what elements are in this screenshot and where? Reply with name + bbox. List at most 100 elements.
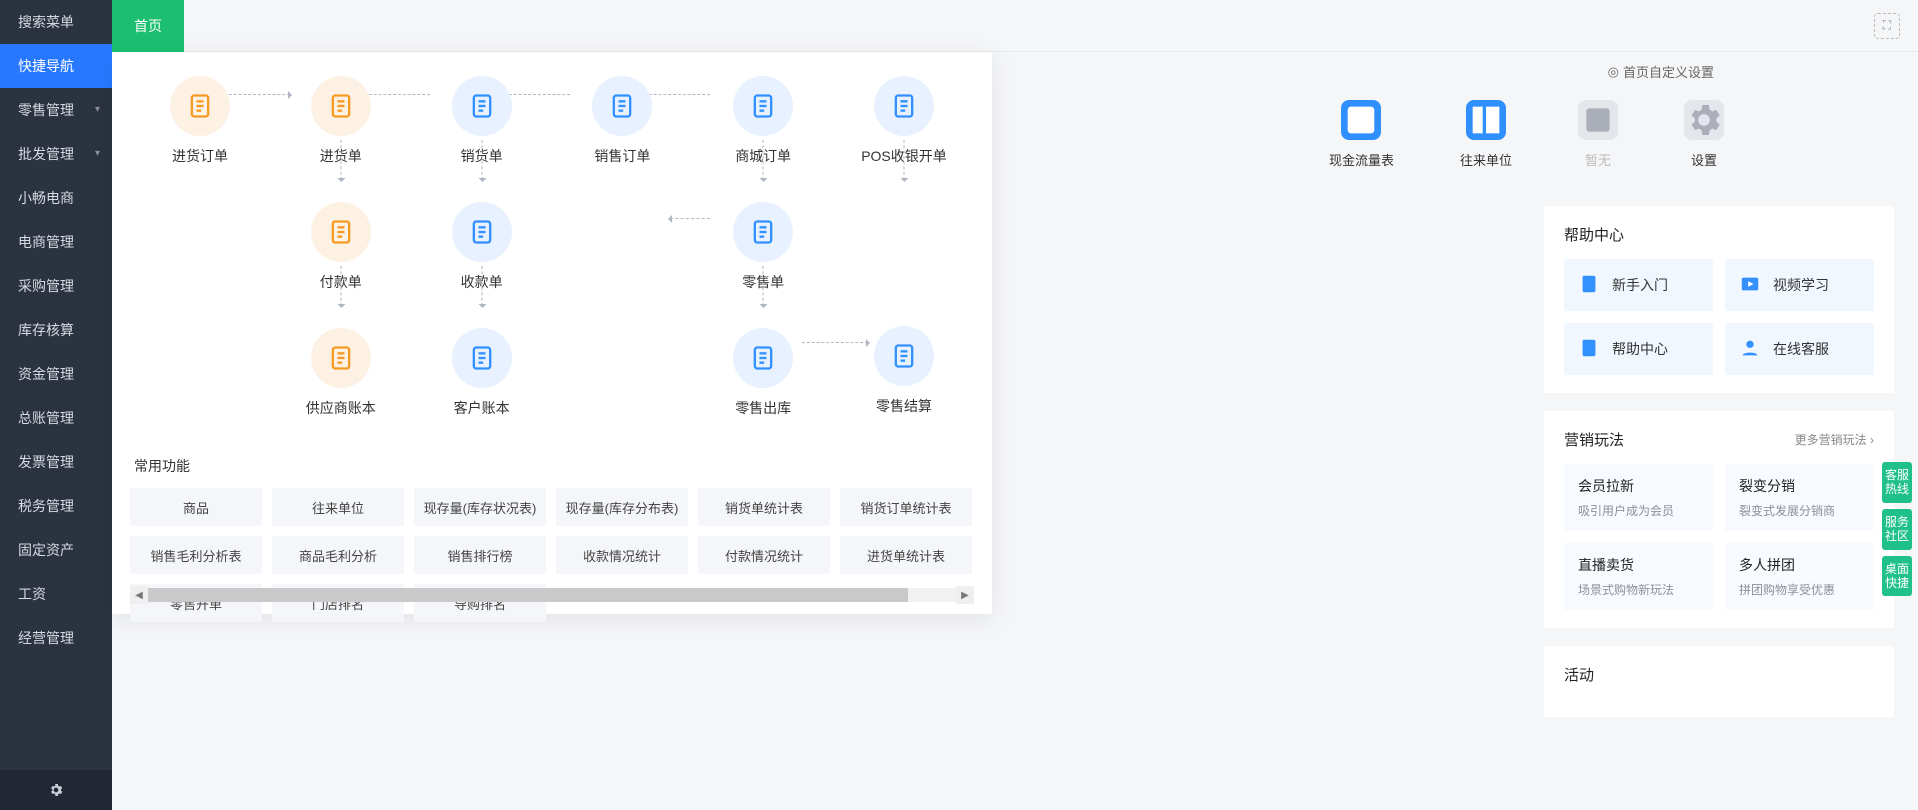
sidebar-item-11[interactable]: 税务管理 [0,484,112,528]
flow-node[interactable]: 零售单 [733,202,793,292]
sidebar-item-0[interactable]: 搜索菜单 [0,0,112,44]
doc-icon [733,76,793,136]
help-label: 新手入门 [1612,275,1668,295]
help-icon [1578,273,1600,298]
promo-title: 会员拉新 [1578,476,1699,496]
common-fn-button[interactable]: 销售排行榜 [414,536,546,574]
fullscreen-icon[interactable]: ⛶ [1874,13,1900,39]
doc-icon [311,202,371,262]
promo-sub: 场景式购物新玩法 [1578,581,1699,598]
shortcut-label: 往来单位 [1460,150,1512,169]
sidebar-item-5[interactable]: 电商管理 [0,220,112,264]
common-fn-button[interactable]: 往来单位 [272,488,404,526]
help-item[interactable]: 在线客服 [1725,323,1874,375]
flow-node[interactable]: 商城订单 [733,76,793,166]
doc-icon [874,326,934,386]
shortcut-icon [1466,100,1506,140]
promo-item[interactable]: 多人拼团拼团购物享受优惠 [1725,543,1874,610]
shortcut-icon [1341,100,1381,140]
promo-sub: 拼团购物享受优惠 [1739,581,1860,598]
shortcut-label: 暂无 [1585,150,1611,169]
home-customize-link[interactable]: ◎ 首页自定义设置 [1608,62,1714,81]
float-tag[interactable]: 桌面快捷 [1882,556,1912,597]
common-fn-button[interactable]: 收款情况统计 [556,536,688,574]
flow-node[interactable]: 进货订单 [170,76,230,166]
float-tag[interactable]: 服务社区 [1882,509,1912,550]
promo-item[interactable]: 会员拉新吸引用户成为会员 [1564,464,1713,531]
sidebar-item-7[interactable]: 库存核算 [0,308,112,352]
float-tag[interactable]: 客服热线 [1882,462,1912,503]
help-icon [1739,337,1761,362]
horizontal-scrollbar[interactable]: ◀ ▶ [130,586,974,604]
common-fn-button[interactable]: 商品 [130,488,262,526]
sidebar-item-12[interactable]: 固定资产 [0,528,112,572]
floating-help-tags: 客服热线服务社区桌面快捷 [1882,462,1912,596]
common-fn-button[interactable]: 销货订单统计表 [840,488,972,526]
gear-icon [48,782,64,798]
common-fn-button[interactable]: 商品毛利分析 [272,536,404,574]
sidebar-item-14[interactable]: 经营管理 [0,616,112,660]
flow-node[interactable]: 进货单 [311,76,371,166]
help-item[interactable]: 新手入门 [1564,259,1713,311]
flow-arrow [903,140,904,180]
sidebar-settings-button[interactable] [0,770,112,810]
help-item[interactable]: 视频学习 [1725,259,1874,311]
flow-label: 客户账本 [454,398,510,418]
sidebar-item-4[interactable]: 小畅电商 [0,176,112,220]
flow-node[interactable]: 付款单 [311,202,371,292]
common-functions-title: 常用功能 [134,456,974,476]
quick-nav-flyout: 进货订单 进货单付款单供应商账本 销货单收款单客户账本 销售订单 商城订单零售单零售出库… [112,52,992,614]
help-card-title: 帮助中心 [1564,224,1624,245]
shortcut-3[interactable]: 设置 [1684,100,1724,169]
shortcut-0[interactable]: 现金流量表 [1329,100,1394,169]
common-fn-button[interactable]: 进货单统计表 [840,536,972,574]
flow-arrow [340,140,341,180]
shortcut-2[interactable]: 暂无 [1578,100,1618,169]
sidebar-item-8[interactable]: 资金管理 [0,352,112,396]
help-label: 在线客服 [1773,339,1829,359]
common-fn-button[interactable]: 付款情况统计 [698,536,830,574]
doc-icon [733,328,793,388]
target-icon: ◎ [1608,64,1619,80]
right-column: 帮助中心 新手入门视频学习帮助中心在线客服 营销玩法 更多营销玩法 › 会员拉新… [1544,206,1894,735]
flow-node[interactable]: 销货单 [452,76,512,166]
sidebar-item-10[interactable]: 发票管理 [0,440,112,484]
flow-node[interactable]: 收款单 [452,202,512,292]
promo-sub: 裂变式发展分销商 [1739,502,1860,519]
doc-icon [452,202,512,262]
activity-card: 活动 [1544,646,1894,717]
common-fn-button[interactable]: 现存量(库存分布表) [556,488,688,526]
doc-icon [874,76,934,136]
tab-home[interactable]: 首页 [112,0,184,52]
common-fn-button[interactable]: 销售毛利分析表 [130,536,262,574]
shortcut-icon [1684,100,1724,140]
flow-node[interactable]: 零售出库 [733,328,793,418]
sidebar-item-1[interactable]: 快捷导航 [0,44,112,88]
sidebar-item-2[interactable]: 零售管理▾ [0,88,112,132]
flow-label: 进货订单 [172,146,228,166]
help-item[interactable]: 帮助中心 [1564,323,1713,375]
sidebar-item-6[interactable]: 采购管理 [0,264,112,308]
sidebar-item-3[interactable]: 批发管理▾ [0,132,112,176]
flow-arrow [763,266,764,306]
common-fn-button[interactable]: 销货单统计表 [698,488,830,526]
promo-item[interactable]: 裂变分销裂变式发展分销商 [1725,464,1874,531]
sidebar-item-9[interactable]: 总账管理 [0,396,112,440]
scroll-right-button[interactable]: ▶ [956,586,974,604]
flow-arrow [763,140,764,180]
shortcut-1[interactable]: 往来单位 [1460,100,1512,169]
flow-label: 零售出库 [735,398,791,418]
flow-node[interactable]: 销售订单 [592,76,652,166]
marketing-more-link[interactable]: 更多营销玩法 › [1795,431,1874,448]
common-fn-button[interactable]: 现存量(库存状况表) [414,488,546,526]
chevron-down-icon: ▾ [95,88,100,132]
promo-item[interactable]: 直播卖货场景式购物新玩法 [1564,543,1713,610]
help-label: 帮助中心 [1612,339,1668,359]
flow-arrow [481,140,482,180]
scroll-left-button[interactable]: ◀ [130,586,148,604]
sidebar-item-13[interactable]: 工资 [0,572,112,616]
flow-node[interactable]: 客户账本 [452,328,512,418]
flow-node[interactable]: POS收银开单 [861,76,947,166]
flow-node[interactable]: 零售结算 [874,326,934,416]
flow-node[interactable]: 供应商账本 [306,328,376,418]
